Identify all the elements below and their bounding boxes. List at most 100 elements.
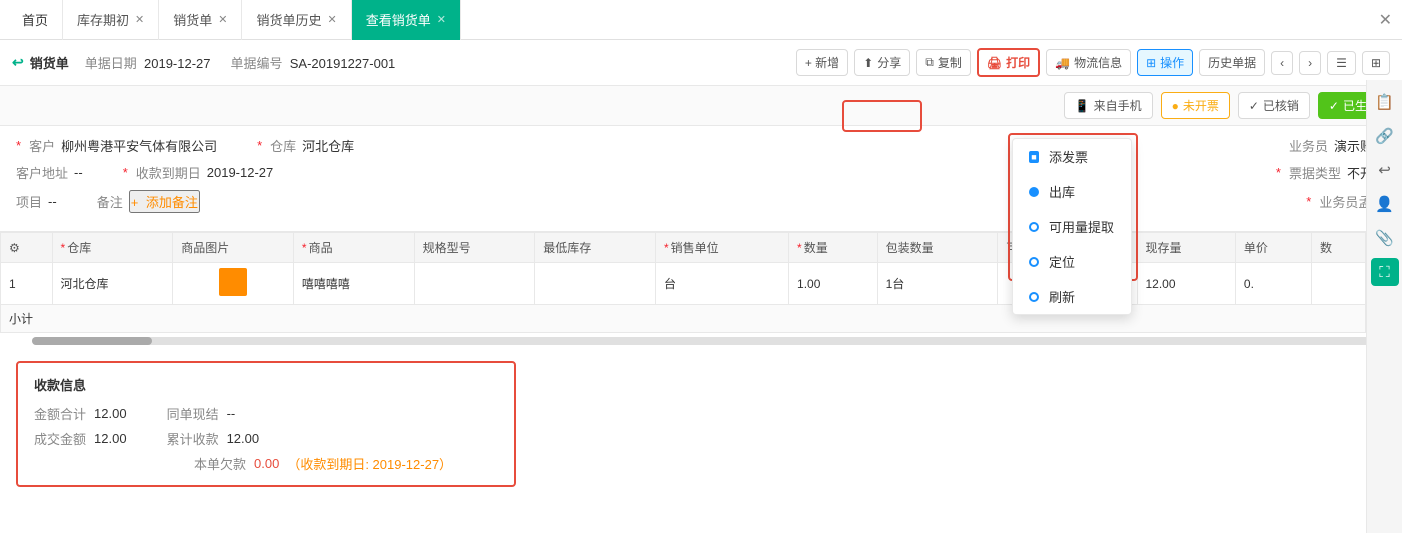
due-date-value: 2019-12-27 [207, 165, 274, 180]
right-icon-3[interactable]: ↩ [1371, 156, 1399, 184]
row-index: 1 [1, 263, 53, 305]
available-icon [1027, 220, 1041, 234]
row-warehouse: 河北仓库 [52, 263, 173, 305]
not-opened-button[interactable]: ● 未开票 [1161, 92, 1230, 119]
arrears-note: （收款到期日: 2019-12-27） [287, 454, 452, 473]
deal-amount-field: 成交金额 12.00 [34, 429, 127, 448]
operation-button[interactable]: ⊞ 操作 [1137, 49, 1193, 76]
share-button[interactable]: ⬆ 分享 [854, 49, 910, 76]
dropdown-available[interactable]: 可用量提取 [1013, 209, 1131, 244]
dropdown-locate[interactable]: 定位 [1013, 244, 1131, 279]
row-stock: 12.00 [1137, 263, 1235, 305]
copy-icon: ⧉ [925, 55, 934, 70]
tab-sales-close[interactable]: ✕ [218, 13, 227, 26]
payment-title: 收款信息 [34, 375, 498, 394]
add-note-label: 添加备注 [146, 195, 198, 210]
right-icon-5[interactable]: 📎 [1371, 224, 1399, 252]
dropdown-add-invoice[interactable]: ■ 添发票 [1013, 139, 1131, 174]
col-price: 单价 [1235, 233, 1311, 263]
tab-view-sales-label: 查看销货单 [366, 10, 431, 29]
close-all-icon[interactable]: ✕ [1379, 10, 1392, 30]
from-phone-label: 来自手机 [1094, 97, 1142, 114]
doc-meta: 单据日期 2019-12-27 单据编号 SA-20191227-001 [85, 53, 780, 72]
not-opened-icon: ● [1172, 99, 1179, 113]
arrears-value: 0.00 [254, 456, 279, 471]
tab-sales-history[interactable]: 销货单历史 ✕ [242, 0, 351, 40]
copy-button[interactable]: ⧉ 复制 [916, 49, 971, 76]
form-row-1: * 客户 柳州粤港平安气体有限公司 * 仓库 河北仓库 业务员 演示账号 [16, 136, 1386, 155]
form-row-3: 项目 -- 备注 + 添加备注 * 业务员孟 -- [16, 190, 1386, 213]
staff-label: 业务员 [1289, 136, 1328, 155]
not-opened-label: 未开票 [1183, 97, 1219, 114]
col-product: *商品 [293, 233, 414, 263]
right-icon-expand[interactable]: ⛶ [1371, 258, 1399, 286]
operation-icon: ⊞ [1146, 56, 1156, 70]
remark-label: 备注 [97, 192, 123, 211]
tab-home[interactable]: 首页 [8, 0, 63, 40]
done-button[interactable]: ✓ 已核销 [1238, 92, 1310, 119]
doc-title: ↩ 销货单 [12, 53, 69, 72]
add-note-button[interactable]: + 添加备注 [129, 190, 200, 213]
table-header-row: ⚙ *仓库 商品图片 *商品 规格型号 最低库存 *销售单位 *数量 包装数量 … [1, 233, 1366, 263]
right-icon-2[interactable]: 🔗 [1371, 122, 1399, 150]
dropdown-refresh[interactable]: 刷新 [1013, 279, 1131, 314]
tab-inventory-close[interactable]: ✕ [135, 13, 144, 26]
h-scrollbar-thumb[interactable] [32, 337, 152, 345]
h-scrollbar[interactable] [32, 337, 1370, 345]
col-settings[interactable]: ⚙ [1, 233, 53, 263]
main-area: ↩ 销货单 单据日期 2019-12-27 单据编号 SA-20191227-0… [0, 40, 1402, 533]
tab-sales[interactable]: 销货单 ✕ [159, 0, 242, 40]
history-label: 历史单据 [1208, 54, 1256, 71]
share-icon: ⬆ [863, 56, 873, 70]
cumulative-field: 累计收款 12.00 [167, 429, 260, 448]
tab-sales-history-close[interactable]: ✕ [328, 13, 337, 26]
scrollbar-area[interactable] [0, 333, 1402, 349]
warehouse-required: * [257, 138, 262, 153]
table-row: 1 河北仓库 嘻嘻嘻嘻 台 1.00 1台 12.00 0. [1, 263, 1366, 305]
project-value: -- [48, 194, 57, 209]
operation-dropdown: ■ 添发票 出库 可用量提取 定位 [1012, 138, 1132, 315]
payment-rows: 金额合计 12.00 同单现结 -- 成交金额 12.00 [34, 404, 498, 473]
row-unit: 台 [655, 263, 788, 305]
dropdown-outbound[interactable]: 出库 [1013, 174, 1131, 209]
col-pack-qty: 包装数量 [877, 233, 998, 263]
due-date-label: 收款到期日 [136, 163, 201, 182]
next-button[interactable]: › [1299, 51, 1321, 75]
due-date-field: * 收款到期日 2019-12-27 [123, 163, 274, 182]
tab-view-sales[interactable]: 查看销货单 ✕ [352, 0, 461, 40]
customer-value: 柳州粤港平安气体有限公司 [61, 136, 217, 155]
add-note-icon: + [131, 195, 139, 210]
refresh-icon [1027, 290, 1041, 304]
add-invoice-icon: ■ [1027, 150, 1041, 164]
from-phone-button[interactable]: 📱 来自手机 [1064, 92, 1153, 119]
right-icon-4[interactable]: 👤 [1371, 190, 1399, 218]
outbound-icon [1027, 185, 1041, 199]
print-button[interactable]: 🖨 打印 [977, 48, 1040, 77]
amount-label: 金额合计 [34, 404, 86, 423]
grid-view-button[interactable]: ⊞ [1362, 51, 1390, 75]
new-button[interactable]: + 新增 [796, 49, 848, 76]
address-value: -- [74, 165, 83, 180]
due-date-required: * [123, 165, 128, 180]
logistics-button[interactable]: 🚚 物流信息 [1046, 49, 1131, 76]
list-view-button[interactable]: ☰ [1327, 51, 1356, 75]
col-spec: 规格型号 [414, 233, 535, 263]
row-spec [414, 263, 535, 305]
bottom-section: 收款信息 金额合计 12.00 同单现结 -- [0, 349, 1402, 499]
project-field: 项目 -- [16, 192, 57, 211]
right-icon-1[interactable]: 📋 [1371, 88, 1399, 116]
form-row-2: 客户地址 -- * 收款到期日 2019-12-27 * 票据类型 不开票 [16, 163, 1386, 182]
col-stock: 现存量 [1137, 233, 1235, 263]
prev-button[interactable]: ‹ [1271, 51, 1293, 75]
doc-header: ↩ 销货单 单据日期 2019-12-27 单据编号 SA-20191227-0… [0, 40, 1402, 86]
customer-required: * [16, 138, 21, 153]
warehouse-field: * 仓库 河北仓库 [257, 136, 354, 155]
phone-icon: 📱 [1075, 99, 1090, 113]
row-quantity: 1.00 [789, 263, 878, 305]
subtotal-row: 小计 [1, 305, 1366, 333]
operation-label: 操作 [1160, 54, 1184, 71]
history-button[interactable]: 历史单据 [1199, 49, 1265, 76]
ticket-required: * [1276, 165, 1281, 180]
tab-view-sales-close[interactable]: ✕ [437, 13, 446, 26]
tab-inventory[interactable]: 库存期初 ✕ [63, 0, 159, 40]
